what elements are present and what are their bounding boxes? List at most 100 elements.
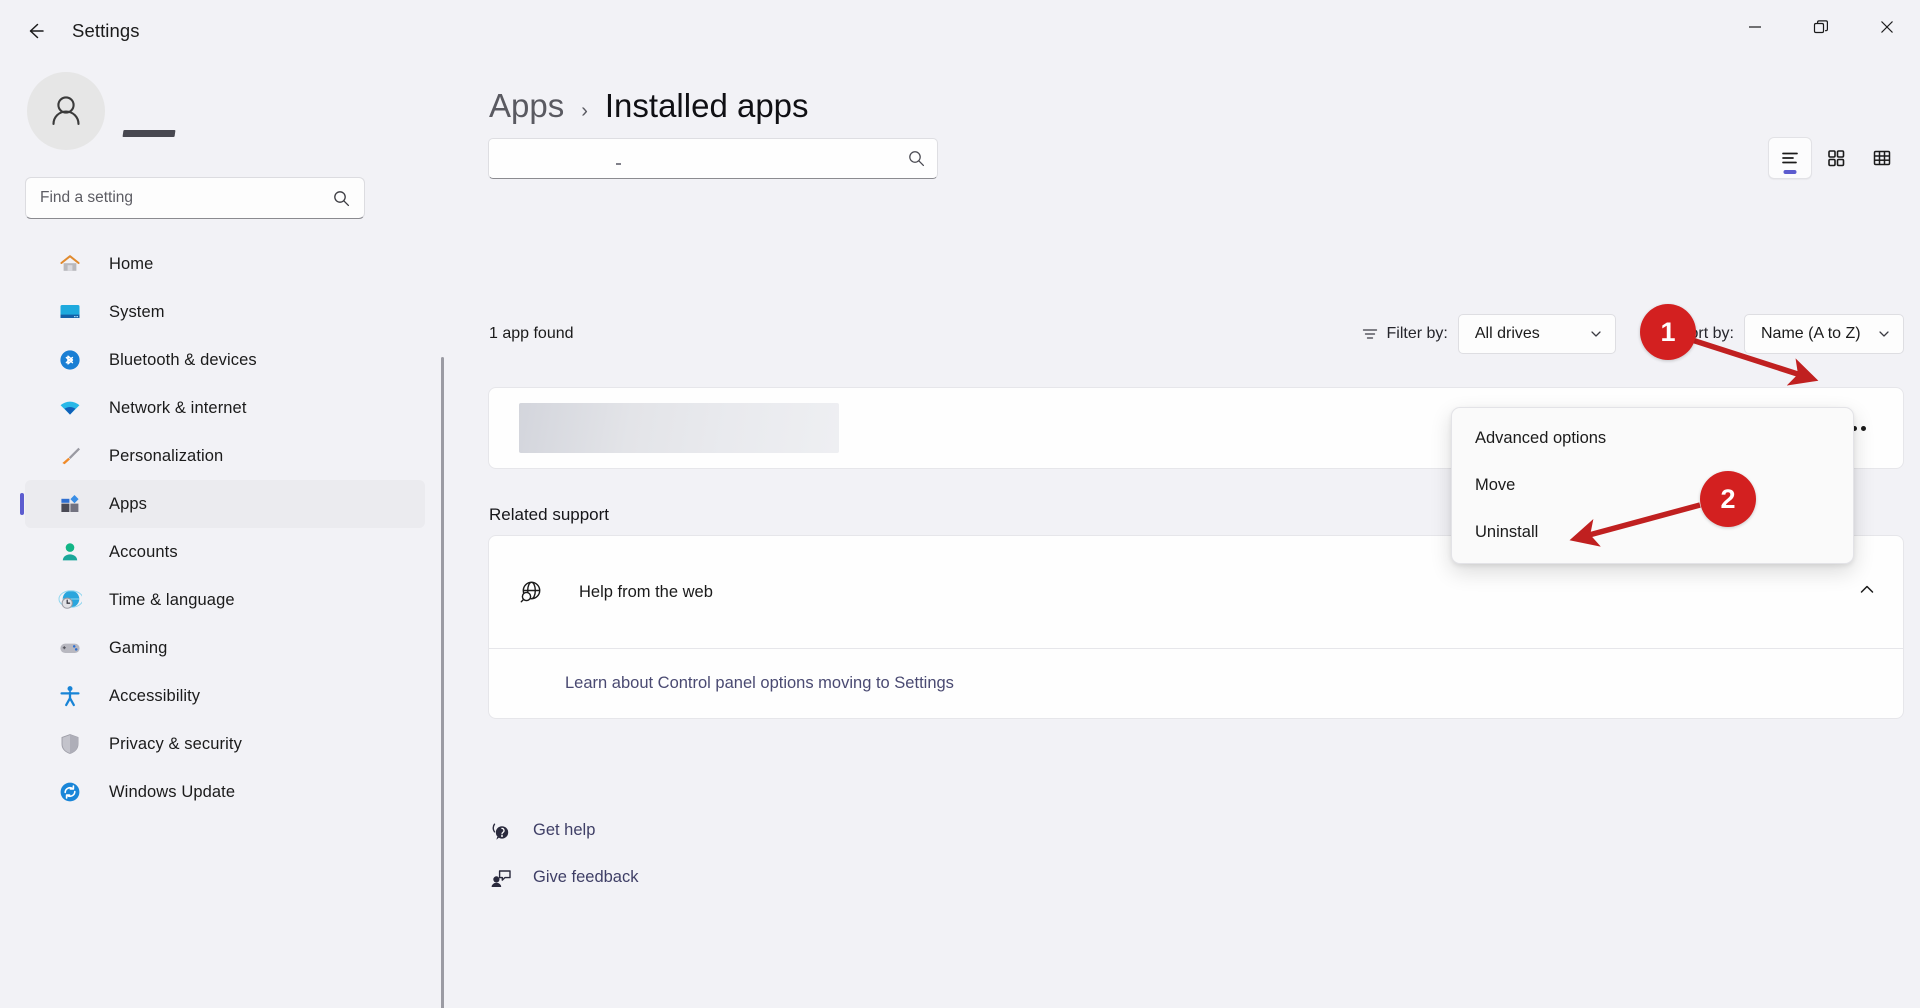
help-from-web-expanded: Learn about Control panel options moving… [488,649,1904,719]
sidebar-item-accessibility[interactable]: Accessibility [25,672,425,720]
detail-view-button[interactable] [1860,137,1904,179]
clock-globe-icon [56,586,84,614]
paintbrush-icon [56,442,84,470]
bluetooth-icon [56,346,84,374]
context-menu-item-advanced-options[interactable]: Advanced options [1452,415,1853,462]
page-title: Installed apps [604,87,809,124]
minimize-button[interactable] [1722,0,1788,54]
chevron-down-icon [1591,331,1601,337]
sidebar-item-accounts[interactable]: Accounts [25,528,425,576]
system-monitor-icon [56,298,84,326]
bottom-links: Get help Give feedback [488,807,638,901]
search-icon [334,190,350,206]
sidebar-item-apps[interactable]: Apps [20,480,425,528]
filter-icon [1362,329,1377,339]
close-icon [1881,21,1893,33]
sidebar: Find a setting Home System Bluetooth & d… [0,62,444,1008]
restore-icon [1813,20,1828,34]
find-a-setting-placeholder: Find a setting [40,189,134,206]
text-caret [616,163,621,165]
get-help-label: Get help [533,821,596,839]
sidebar-item-bluetooth-devices[interactable]: Bluetooth & devices [25,336,425,384]
sidebar-item-label: Personalization [109,446,224,465]
breadcrumb-separator: › [581,100,588,122]
wifi-icon [56,394,84,422]
sidebar-item-privacy-security[interactable]: Privacy & security [25,720,425,768]
sidebar-item-time-language[interactable]: Time & language [25,576,425,624]
search-icon [909,151,925,167]
filter-by-value: All drives [1474,325,1540,342]
accessibility-person-icon [56,682,84,710]
help-from-web-label: Help from the web [579,582,713,601]
sidebar-item-home[interactable]: Home [25,240,425,288]
close-button[interactable] [1854,0,1920,54]
sidebar-item-label: Privacy & security [109,734,242,753]
list-view-button[interactable] [1768,137,1812,179]
give-feedback-label: Give feedback [533,868,639,886]
shield-icon [56,730,84,758]
feedback-person-icon [488,867,514,889]
grid-view-icon [1828,150,1845,167]
back-arrow-icon [29,23,44,39]
collapse-button[interactable] [1857,580,1877,605]
chevron-up-icon [1860,585,1874,593]
gamepad-icon [56,634,84,662]
search-input[interactable] [488,138,938,179]
annotation-badge-1: 1 [1640,304,1696,360]
chevron-down-icon [1879,331,1889,337]
find-a-setting-input[interactable]: Find a setting [25,177,365,219]
back-button[interactable] [14,10,56,52]
sidebar-item-label: System [109,302,165,321]
globe-search-icon [520,581,541,603]
maximize-button[interactable] [1788,0,1854,54]
person-avatar-icon [52,96,80,126]
filter-by-label: Filter by: [1386,325,1448,342]
get-help-link[interactable]: Get help [488,807,638,854]
sidebar-item-label: Gaming [109,638,168,657]
breadcrumb: Apps › Installed apps [489,87,809,125]
filter-sort-row: Filter by: All drives Sort by: Name (A t… [1361,314,1904,354]
update-refresh-icon [56,778,84,806]
window-title: Settings [72,20,140,41]
window-controls [1722,0,1920,54]
sidebar-item-label: Time & language [109,590,235,609]
sidebar-nav: Home System Bluetooth & devices Network … [20,240,425,816]
account-name-redacted [122,86,176,137]
related-support-heading: Related support [489,505,610,524]
sort-by-dropdown[interactable]: Name (A to Z) [1744,314,1904,354]
context-menu-item-move[interactable]: Move [1452,462,1853,509]
sort-by-value: Name (A to Z) [1761,325,1861,342]
control-panel-link[interactable]: Learn about Control panel options moving… [565,674,954,693]
give-feedback-link[interactable]: Give feedback [488,854,638,901]
sidebar-item-gaming[interactable]: Gaming [25,624,425,672]
sidebar-item-label: Bluetooth & devices [109,350,257,369]
account-person-icon [56,538,84,566]
tile-view-button[interactable] [1814,137,1858,179]
account-block[interactable] [27,72,176,150]
context-menu-item-uninstall[interactable]: Uninstall [1452,509,1853,556]
breadcrumb-parent[interactable]: Apps [489,87,564,125]
sidebar-item-network-internet[interactable]: Network & internet [25,384,425,432]
sidebar-item-label: Windows Update [109,782,236,801]
sidebar-item-label: Apps [109,494,148,513]
list-view-icon [1782,152,1798,164]
help-question-icon [488,820,514,842]
apps-icon [56,490,84,518]
sidebar-item-label: Home [109,254,154,273]
filter-by-dropdown[interactable]: All drives [1457,314,1616,354]
app-context-menu: Advanced options Move Uninstall [1451,407,1854,564]
view-toggle-group [1768,136,1904,180]
sidebar-item-windows-update[interactable]: Windows Update [25,768,425,816]
app-count-label: 1 app found [489,325,574,342]
sidebar-item-personalization[interactable]: Personalization [25,432,425,480]
settings-window: Settings Find a setting Home System Blue… [0,0,1920,1008]
sidebar-item-label: Accounts [109,542,178,561]
minimize-icon [1749,26,1761,28]
title-bar: Settings [0,0,1920,62]
sidebar-item-label: Network & internet [109,398,247,417]
app-name-redacted [519,403,839,453]
home-icon [56,250,84,278]
ellipsis-icon [1860,425,1866,431]
sidebar-item-label: Accessibility [109,686,201,705]
sidebar-item-system[interactable]: System [25,288,425,336]
